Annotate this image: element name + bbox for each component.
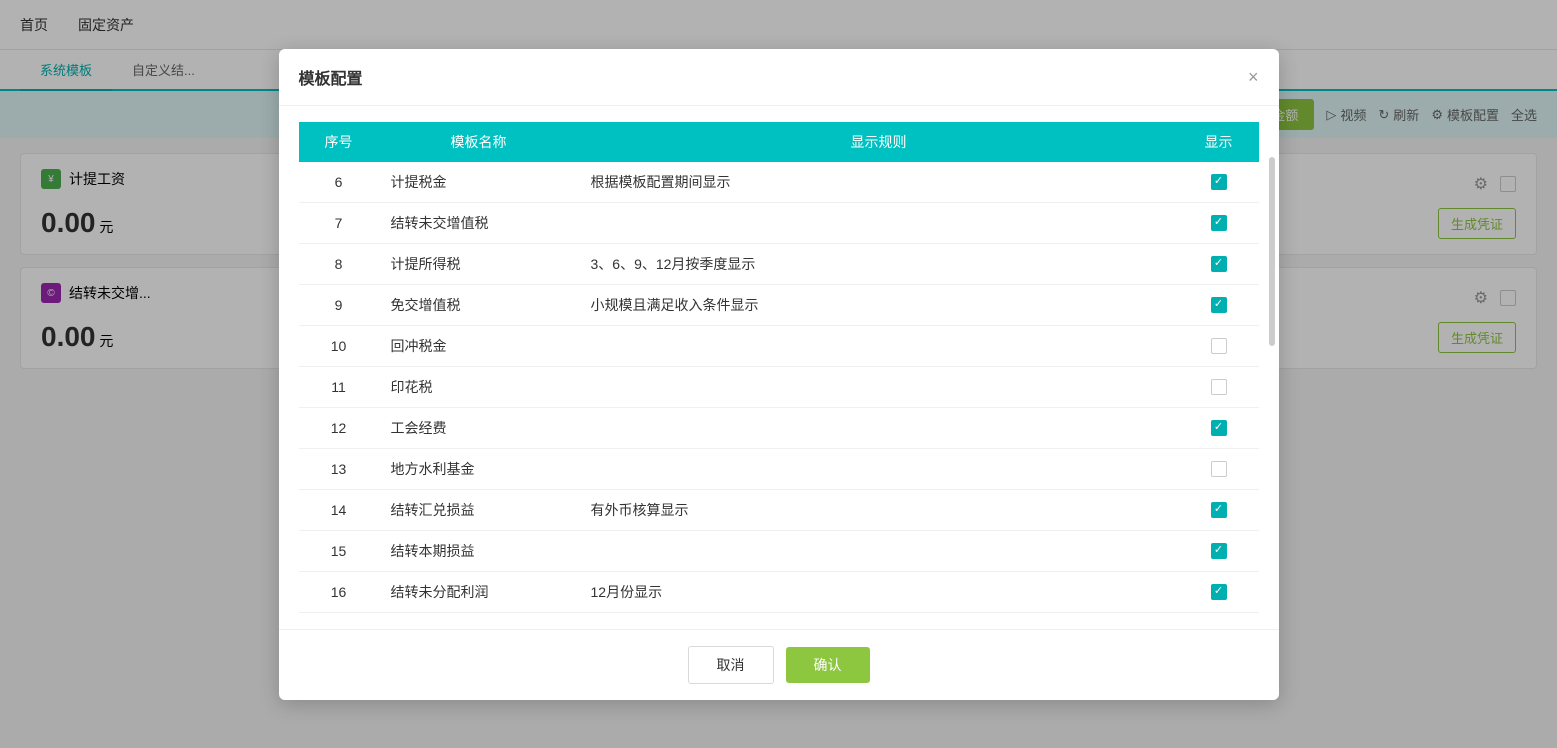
modal-header: 模板配置 × xyxy=(279,49,1279,106)
template-config-modal: 模板配置 × 序号 模板名称 显示规则 显示 6计提税金根据模板配置期间显示7结… xyxy=(279,49,1279,700)
table-body: 6计提税金根据模板配置期间显示7结转未交增值税8计提所得税3、6、9、12月按季… xyxy=(299,162,1259,613)
modal-body: 序号 模板名称 显示规则 显示 6计提税金根据模板配置期间显示7结转未交增值税8… xyxy=(279,106,1279,629)
cell-checkbox xyxy=(1179,571,1259,612)
table-row: 9免交增值税小规模且满足收入条件显示 xyxy=(299,284,1259,325)
cell-rule xyxy=(579,530,1179,571)
cell-name: 结转未分配利润 xyxy=(379,571,579,612)
cell-rule xyxy=(579,202,1179,243)
cell-name: 工会经费 xyxy=(379,407,579,448)
table-row: 13地方水利基金 xyxy=(299,448,1259,489)
checkbox-10[interactable] xyxy=(1211,338,1227,354)
cell-name: 免交增值税 xyxy=(379,284,579,325)
cell-rule xyxy=(579,448,1179,489)
cell-checkbox xyxy=(1179,366,1259,407)
cell-seq: 9 xyxy=(299,284,379,325)
cell-seq: 11 xyxy=(299,366,379,407)
table-row: 10回冲税金 xyxy=(299,325,1259,366)
cell-checkbox xyxy=(1179,407,1259,448)
table-row: 8计提所得税3、6、9、12月按季度显示 xyxy=(299,243,1259,284)
cell-seq: 16 xyxy=(299,571,379,612)
table-row: 7结转未交增值税 xyxy=(299,202,1259,243)
table-row: 15结转本期损益 xyxy=(299,530,1259,571)
cell-seq: 7 xyxy=(299,202,379,243)
cell-rule xyxy=(579,366,1179,407)
cell-name: 计提税金 xyxy=(379,162,579,203)
modal-close-button[interactable]: × xyxy=(1248,68,1259,86)
cell-name: 回冲税金 xyxy=(379,325,579,366)
cell-name: 计提所得税 xyxy=(379,243,579,284)
col-header-name: 模板名称 xyxy=(379,122,579,162)
cell-checkbox xyxy=(1179,530,1259,571)
checkbox-15[interactable] xyxy=(1211,543,1227,559)
cell-name: 印花税 xyxy=(379,366,579,407)
cancel-button[interactable]: 取消 xyxy=(688,646,774,684)
modal-title: 模板配置 xyxy=(299,65,363,89)
cell-rule: 3、6、9、12月按季度显示 xyxy=(579,243,1179,284)
cell-checkbox xyxy=(1179,284,1259,325)
config-table: 序号 模板名称 显示规则 显示 6计提税金根据模板配置期间显示7结转未交增值税8… xyxy=(299,122,1259,613)
checkbox-11[interactable] xyxy=(1211,379,1227,395)
cell-seq: 14 xyxy=(299,489,379,530)
cell-rule: 有外币核算显示 xyxy=(579,489,1179,530)
scrollbar-track xyxy=(1269,156,1275,629)
cell-checkbox xyxy=(1179,489,1259,530)
cell-seq: 15 xyxy=(299,530,379,571)
col-header-display: 显示 xyxy=(1179,122,1259,162)
table-header: 序号 模板名称 显示规则 显示 xyxy=(299,122,1259,162)
checkbox-6[interactable] xyxy=(1211,174,1227,190)
cell-name: 结转本期损益 xyxy=(379,530,579,571)
col-header-seq: 序号 xyxy=(299,122,379,162)
cell-rule: 12月份显示 xyxy=(579,571,1179,612)
checkbox-8[interactable] xyxy=(1211,256,1227,272)
cell-checkbox xyxy=(1179,325,1259,366)
scrollbar-thumb xyxy=(1269,157,1275,346)
table-row: 14结转汇兑损益有外币核算显示 xyxy=(299,489,1259,530)
table-row: 16结转未分配利润12月份显示 xyxy=(299,571,1259,612)
cell-name: 结转未交增值税 xyxy=(379,202,579,243)
cell-rule xyxy=(579,325,1179,366)
modal-overlay: 模板配置 × 序号 模板名称 显示规则 显示 6计提税金根据模板配置期间显示7结… xyxy=(0,0,1557,748)
cell-name: 结转汇兑损益 xyxy=(379,489,579,530)
cell-checkbox xyxy=(1179,243,1259,284)
cell-rule xyxy=(579,407,1179,448)
cell-rule: 小规模且满足收入条件显示 xyxy=(579,284,1179,325)
checkbox-7[interactable] xyxy=(1211,215,1227,231)
table-row: 12工会经费 xyxy=(299,407,1259,448)
cell-seq: 12 xyxy=(299,407,379,448)
checkbox-12[interactable] xyxy=(1211,420,1227,436)
cell-name: 地方水利基金 xyxy=(379,448,579,489)
modal-footer: 取消 确认 xyxy=(279,629,1279,700)
table-row: 6计提税金根据模板配置期间显示 xyxy=(299,162,1259,203)
col-header-rule: 显示规则 xyxy=(579,122,1179,162)
table-row: 11印花税 xyxy=(299,366,1259,407)
checkbox-9[interactable] xyxy=(1211,297,1227,313)
cell-seq: 13 xyxy=(299,448,379,489)
confirm-button[interactable]: 确认 xyxy=(786,647,870,683)
checkbox-13[interactable] xyxy=(1211,461,1227,477)
checkbox-16[interactable] xyxy=(1211,584,1227,600)
cell-checkbox xyxy=(1179,448,1259,489)
cell-rule: 根据模板配置期间显示 xyxy=(579,162,1179,203)
checkbox-14[interactable] xyxy=(1211,502,1227,518)
cell-checkbox xyxy=(1179,202,1259,243)
cell-seq: 8 xyxy=(299,243,379,284)
cell-seq: 10 xyxy=(299,325,379,366)
cell-checkbox xyxy=(1179,162,1259,203)
cell-seq: 6 xyxy=(299,162,379,203)
